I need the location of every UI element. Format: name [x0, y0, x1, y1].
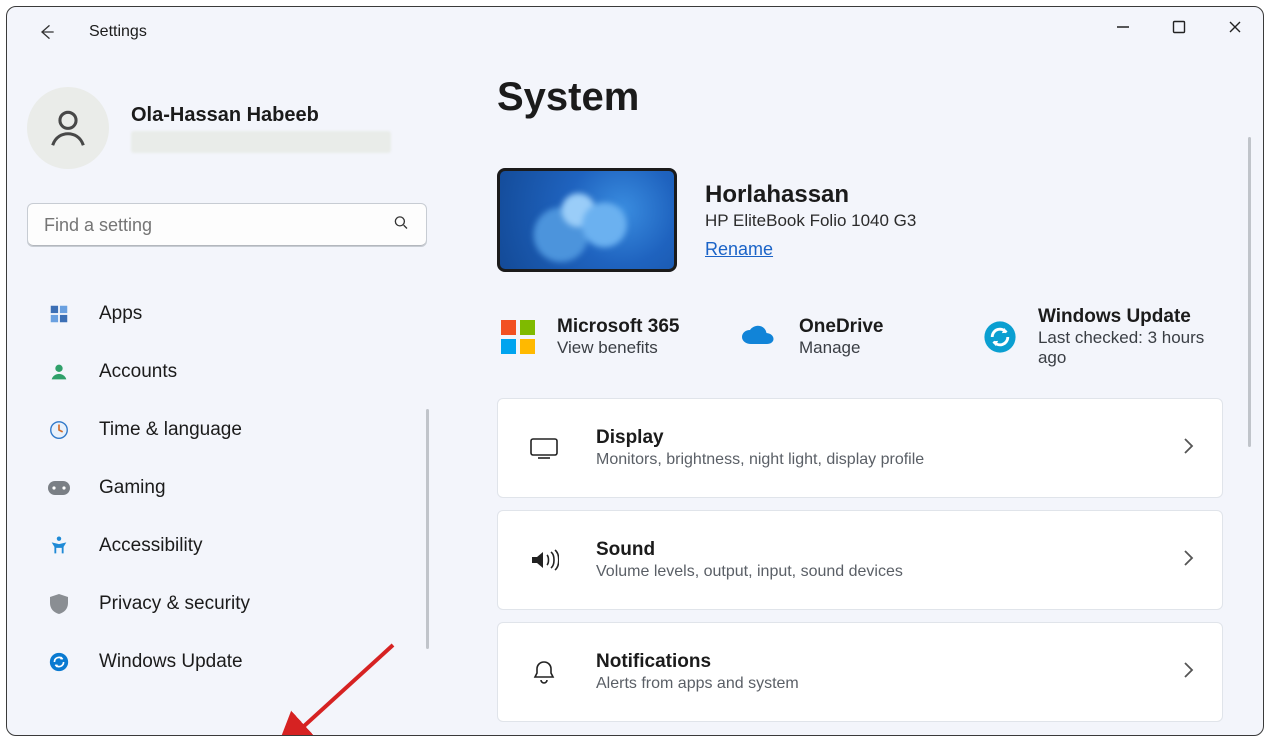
close-icon [1228, 20, 1242, 34]
user-name: Ola-Hassan Habeeb [131, 104, 447, 127]
sidebar-item-label: Apps [99, 303, 142, 325]
accessibility-icon [45, 532, 73, 560]
quick-tiles-row: Microsoft 365 View benefits OneDrive Man… [497, 306, 1223, 368]
titlebar: Settings [7, 7, 1263, 57]
sidebar-item-label: Gaming [99, 477, 166, 499]
microsoft-logo-icon [497, 316, 539, 358]
apps-icon [45, 300, 73, 328]
device-summary[interactable]: Horlahassan HP EliteBook Folio 1040 G3 R… [497, 168, 1223, 272]
tile-onedrive[interactable]: OneDrive Manage [739, 306, 939, 368]
sidebar-item-gaming[interactable]: Gaming [27, 463, 447, 513]
chevron-right-icon [1182, 549, 1194, 572]
tile-title: Microsoft 365 [557, 316, 679, 338]
sidebar-item-label: Windows Update [99, 651, 243, 673]
maximize-button[interactable] [1151, 7, 1207, 47]
bell-icon [526, 659, 562, 685]
avatar [27, 87, 109, 169]
minimize-button[interactable] [1095, 7, 1151, 47]
device-name: Horlahassan [705, 181, 916, 209]
window-title: Settings [89, 23, 147, 41]
sidebar-item-label: Accounts [99, 361, 177, 383]
sidebar-item-label: Accessibility [99, 535, 202, 557]
card-subtitle: Monitors, brightness, night light, displ… [596, 451, 1148, 469]
user-account-row[interactable]: Ola-Hassan Habeeb [27, 87, 447, 169]
chevron-right-icon [1182, 437, 1194, 460]
card-subtitle: Alerts from apps and system [596, 675, 1148, 693]
minimize-icon [1116, 20, 1130, 34]
user-email-redacted [131, 131, 391, 153]
card-notifications[interactable]: Notifications Alerts from apps and syste… [497, 622, 1223, 722]
nav-list: Apps Accounts Time & language [27, 289, 447, 687]
display-icon [526, 437, 562, 459]
tile-microsoft-365[interactable]: Microsoft 365 View benefits [497, 306, 697, 368]
clock-globe-icon [45, 416, 73, 444]
tile-title: Windows Update [1038, 306, 1223, 328]
user-icon [45, 105, 91, 151]
close-button[interactable] [1207, 7, 1263, 47]
maximize-icon [1172, 20, 1186, 34]
sound-icon [526, 548, 562, 572]
tile-subtitle: Manage [799, 338, 883, 358]
sidebar-item-privacy-security[interactable]: Privacy & security [27, 579, 447, 629]
sidebar-item-apps[interactable]: Apps [27, 289, 447, 339]
main-scrollbar[interactable] [1248, 137, 1251, 447]
arrow-left-icon [37, 22, 57, 42]
tile-windows-update[interactable]: Windows Update Last checked: 3 hours ago [981, 306, 1223, 368]
sidebar-item-label: Time & language [99, 419, 242, 441]
update-icon [981, 316, 1020, 358]
search-input[interactable] [42, 214, 412, 237]
tile-subtitle: Last checked: 3 hours ago [1038, 328, 1223, 368]
tile-title: OneDrive [799, 316, 883, 338]
sidebar-item-windows-update[interactable]: Windows Update [27, 637, 447, 687]
card-title: Notifications [596, 651, 1148, 673]
sidebar-item-accounts[interactable]: Accounts [27, 347, 447, 397]
card-title: Display [596, 427, 1148, 449]
tile-subtitle: View benefits [557, 338, 679, 358]
main-panel: System Horlahassan HP EliteBook Folio 10… [467, 57, 1263, 735]
window-controls [1095, 7, 1263, 47]
card-title: Sound [596, 539, 1148, 561]
page-title: System [497, 75, 1223, 120]
onedrive-icon [739, 316, 781, 358]
settings-cards: Display Monitors, brightness, night ligh… [497, 398, 1223, 722]
search-icon [392, 214, 410, 237]
sidebar-scrollbar[interactable] [426, 409, 429, 649]
sidebar-item-label: Privacy & security [99, 593, 250, 615]
rename-link[interactable]: Rename [705, 239, 916, 260]
sidebar-item-accessibility[interactable]: Accessibility [27, 521, 447, 571]
gamepad-icon [45, 474, 73, 502]
card-subtitle: Volume levels, output, input, sound devi… [596, 563, 1148, 581]
accounts-icon [45, 358, 73, 386]
search-field[interactable] [27, 203, 427, 247]
back-button[interactable] [27, 12, 67, 52]
settings-window: Settings Ola-Hassan Habeeb [6, 6, 1264, 736]
desktop-wallpaper-thumbnail [497, 168, 677, 272]
update-icon [45, 648, 73, 676]
sidebar-item-time-language[interactable]: Time & language [27, 405, 447, 455]
chevron-right-icon [1182, 661, 1194, 684]
shield-icon [45, 590, 73, 618]
device-model: HP EliteBook Folio 1040 G3 [705, 211, 916, 231]
card-sound[interactable]: Sound Volume levels, output, input, soun… [497, 510, 1223, 610]
sidebar: Ola-Hassan Habeeb Apps [7, 57, 467, 735]
card-display[interactable]: Display Monitors, brightness, night ligh… [497, 398, 1223, 498]
